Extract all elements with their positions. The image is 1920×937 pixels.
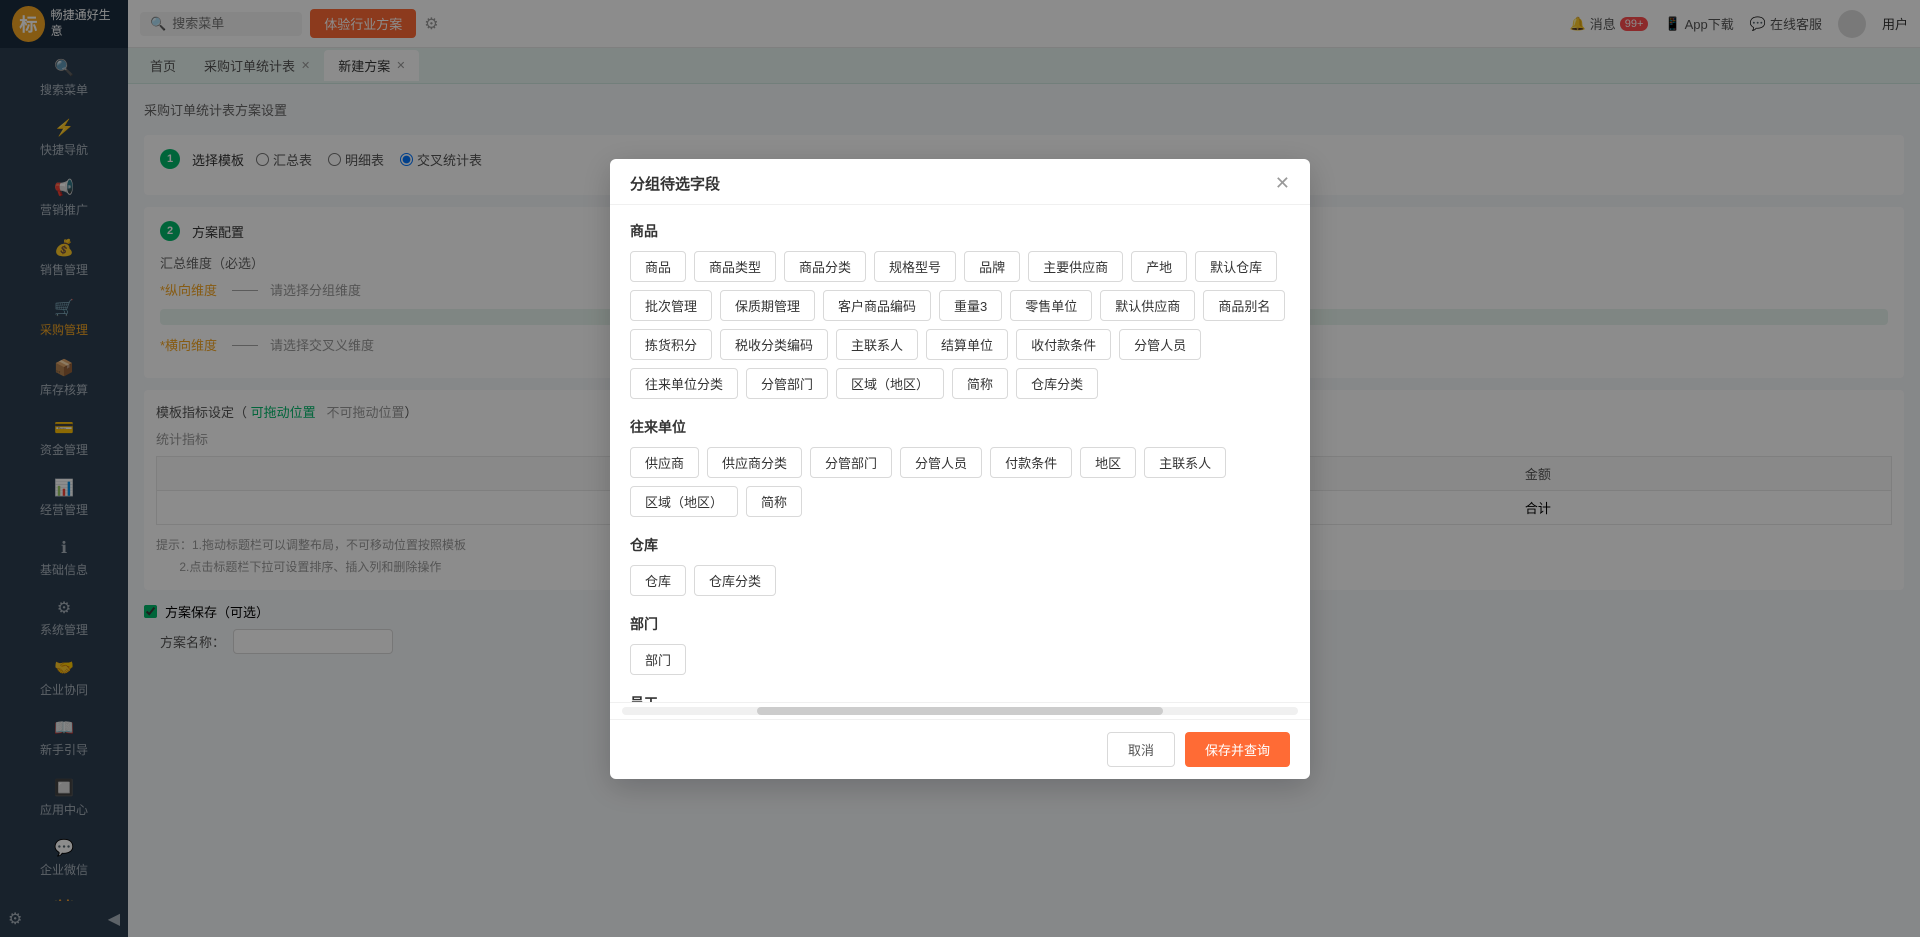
field-tag-0-17[interactable]: 主联系人 <box>836 329 918 360</box>
field-tag-0-15[interactable]: 拣货积分 <box>630 329 712 360</box>
field-tag-0-4[interactable]: 品牌 <box>964 251 1020 282</box>
field-tag-0-8[interactable]: 批次管理 <box>630 290 712 321</box>
modal-footer: 取消 保存并查询 <box>610 719 1310 779</box>
field-tag-0-3[interactable]: 规格型号 <box>874 251 956 282</box>
field-tag-0-14[interactable]: 商品别名 <box>1203 290 1285 321</box>
field-tag-1-4[interactable]: 付款条件 <box>990 447 1072 478</box>
field-grid-1: 供应商供应商分类分管部门分管人员付款条件地区主联系人区域（地区） 简称 <box>630 447 1290 517</box>
field-tag-0-10[interactable]: 客户商品编码 <box>823 290 931 321</box>
field-tag-0-1[interactable]: 商品类型 <box>694 251 776 282</box>
field-tag-0-25[interactable]: 仓库分类 <box>1016 368 1098 399</box>
field-tag-0-24[interactable]: 简称 <box>952 368 1008 399</box>
field-section-1: 往来单位供应商供应商分类分管部门分管人员付款条件地区主联系人区域（地区） 简称 <box>630 417 1290 517</box>
field-tag-0-19[interactable]: 收付款条件 <box>1016 329 1111 360</box>
field-tag-0-18[interactable]: 结算单位 <box>926 329 1008 360</box>
field-tag-0-6[interactable]: 产地 <box>1131 251 1187 282</box>
field-tag-0-0[interactable]: 商品 <box>630 251 686 282</box>
field-tag-1-0[interactable]: 供应商 <box>630 447 699 478</box>
field-tag-0-9[interactable]: 保质期管理 <box>720 290 815 321</box>
field-tag-2-0[interactable]: 仓库 <box>630 565 686 596</box>
field-tag-0-20[interactable]: 分管人员 <box>1119 329 1201 360</box>
field-select-modal: 分组待选字段 ✕ 商品商品商品类型商品分类规格型号品牌主要供应商产地默认仓库批次… <box>610 159 1310 779</box>
field-tag-0-11[interactable]: 重量3 <box>939 290 1002 321</box>
field-grid-2: 仓库仓库分类 <box>630 565 1290 596</box>
field-tag-1-3[interactable]: 分管人员 <box>900 447 982 478</box>
field-tag-0-2[interactable]: 商品分类 <box>784 251 866 282</box>
section-title-4: 员工 <box>630 693 1290 702</box>
field-tag-0-12[interactable]: 零售单位 <box>1010 290 1092 321</box>
field-section-2: 仓库仓库仓库分类 <box>630 535 1290 596</box>
field-tag-1-6[interactable]: 主联系人 <box>1144 447 1226 478</box>
section-title-1: 往来单位 <box>630 417 1290 437</box>
field-tag-1-2[interactable]: 分管部门 <box>810 447 892 478</box>
modal-body: 商品商品商品类型商品分类规格型号品牌主要供应商产地默认仓库批次管理保质期管理客户… <box>610 205 1310 702</box>
field-tag-0-7[interactable]: 默认仓库 <box>1195 251 1277 282</box>
section-title-2: 仓库 <box>630 535 1290 555</box>
field-section-0: 商品商品商品类型商品分类规格型号品牌主要供应商产地默认仓库批次管理保质期管理客户… <box>630 221 1290 399</box>
confirm-button[interactable]: 保存并查询 <box>1185 732 1290 767</box>
field-tag-0-22[interactable]: 分管部门 <box>746 368 828 399</box>
modal-header: 分组待选字段 ✕ <box>610 159 1310 205</box>
field-tag-3-0[interactable]: 部门 <box>630 644 686 675</box>
cancel-button[interactable]: 取消 <box>1107 732 1175 767</box>
field-section-3: 部门部门 <box>630 614 1290 675</box>
field-tag-0-13[interactable]: 默认供应商 <box>1100 290 1195 321</box>
section-title-0: 商品 <box>630 221 1290 241</box>
field-tag-0-23[interactable]: 区域（地区） <box>836 368 944 399</box>
field-tag-1-1[interactable]: 供应商分类 <box>707 447 802 478</box>
section-title-3: 部门 <box>630 614 1290 634</box>
field-section-4: 员工业务员 <box>630 693 1290 702</box>
modal-overlay: 分组待选字段 ✕ 商品商品商品类型商品分类规格型号品牌主要供应商产地默认仓库批次… <box>0 0 1920 937</box>
field-tag-1-8[interactable]: 简称 <box>746 486 802 517</box>
field-tag-2-1[interactable]: 仓库分类 <box>694 565 776 596</box>
field-grid-3: 部门 <box>630 644 1290 675</box>
field-tag-0-21[interactable]: 往来单位分类 <box>630 368 738 399</box>
field-grid-0: 商品商品类型商品分类规格型号品牌主要供应商产地默认仓库批次管理保质期管理客户商品… <box>630 251 1290 399</box>
field-tag-0-5[interactable]: 主要供应商 <box>1028 251 1123 282</box>
field-tag-1-5[interactable]: 地区 <box>1080 447 1136 478</box>
modal-title: 分组待选字段 <box>630 173 720 194</box>
field-tag-1-7[interactable]: 区域（地区） <box>630 486 738 517</box>
modal-close-button[interactable]: ✕ <box>1275 173 1290 194</box>
field-tag-0-16[interactable]: 税收分类编码 <box>720 329 828 360</box>
